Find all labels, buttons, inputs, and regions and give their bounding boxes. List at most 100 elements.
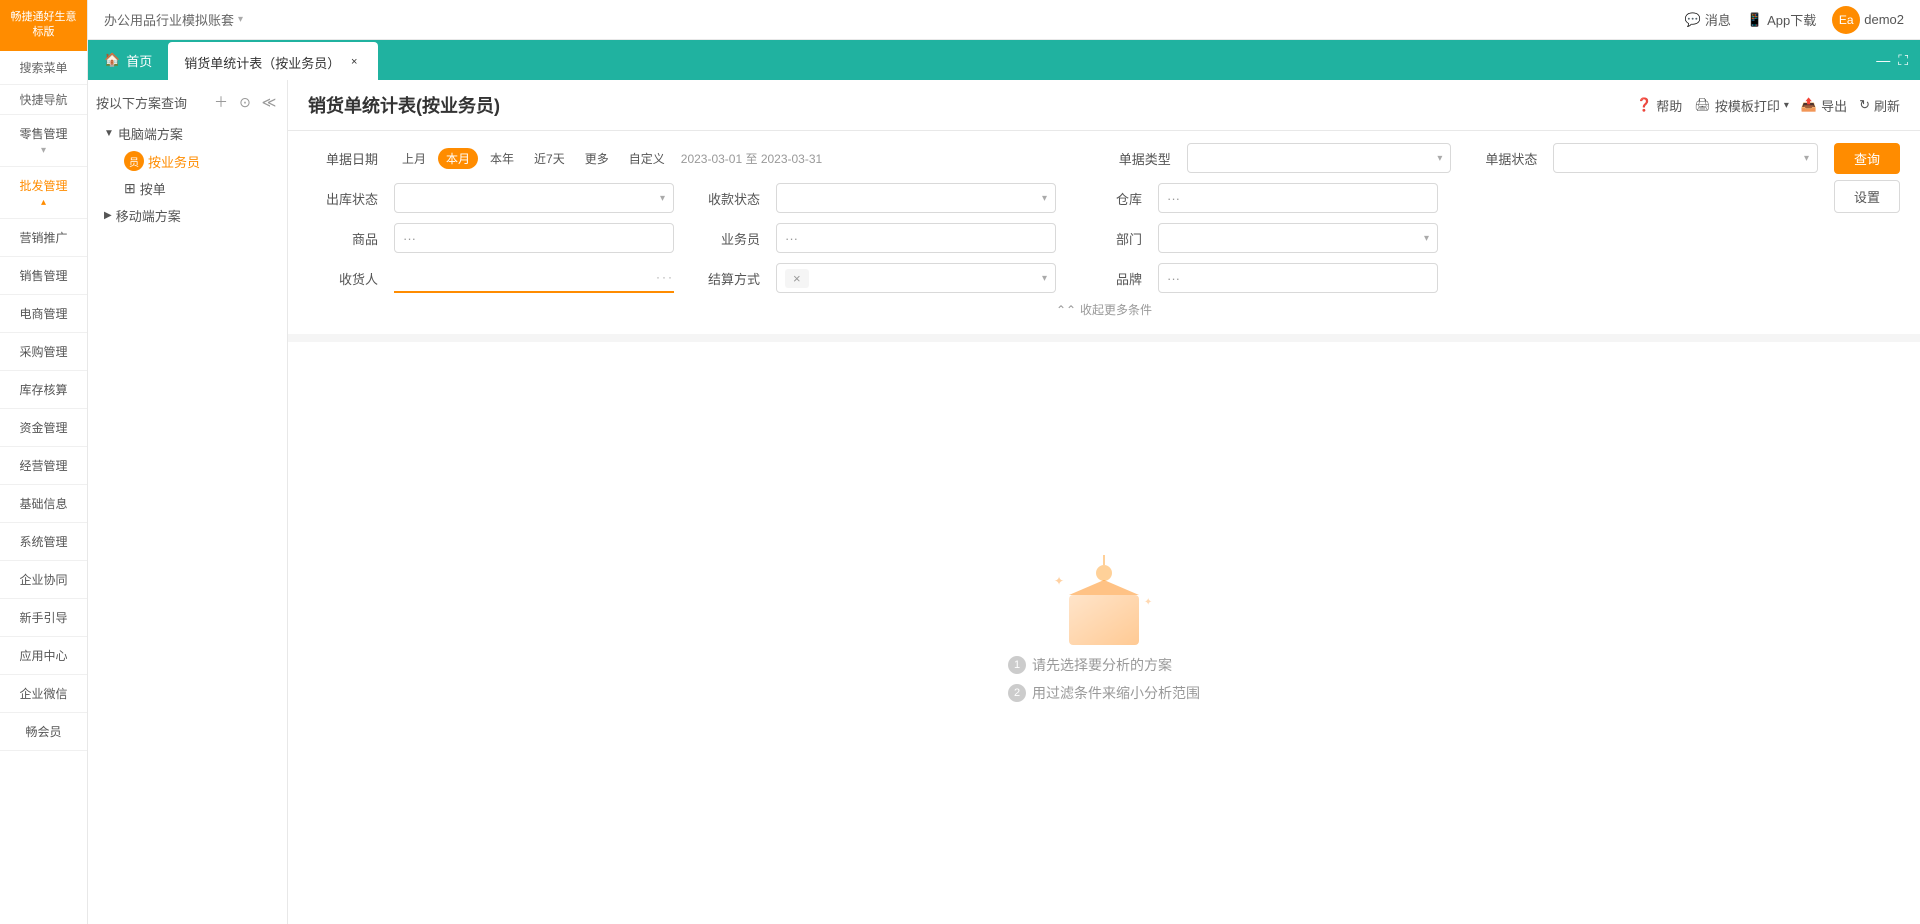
sidebar-item-label: 企业微信 [0, 685, 87, 702]
warehouse-label: 仓库 [1072, 189, 1142, 208]
sidebar-item-inventory[interactable]: 库存核算 [0, 371, 87, 409]
collect-status-label: 收款状态 [690, 189, 760, 208]
dept-label: 部门 [1072, 229, 1142, 248]
sidebar-item-enterprise[interactable]: 企业协同 [0, 561, 87, 599]
consignee-input[interactable] [394, 262, 656, 292]
empty-tip-2: 2 用过滤条件来缩小分析范围 [1008, 683, 1200, 703]
user-name: demo2 [1864, 12, 1904, 27]
doc-type-label: 单据类型 [1101, 149, 1171, 168]
action-buttons: 查询 设置 [1834, 143, 1900, 213]
logo[interactable]: 畅捷通好生意 标版 [0, 0, 87, 51]
sidebar-item-finance[interactable]: 资金管理 [0, 409, 87, 447]
goods-select[interactable]: ··· [394, 223, 674, 253]
date-btn-this-year[interactable]: 本年 [482, 148, 522, 169]
left-panel-actions: ＋ ⊙ ≪ [211, 92, 279, 112]
out-status-select[interactable]: ▾ [394, 183, 674, 213]
print-btn[interactable]: 🖨 按模板打印 ▾ [1694, 96, 1789, 115]
collect-status-select[interactable]: ▾ [776, 183, 1056, 213]
date-btn-more[interactable]: 更多 [577, 148, 617, 169]
tree-child-salesperson[interactable]: 员 按业务员 [116, 147, 279, 175]
message-icon: 💬 [1685, 12, 1701, 28]
sidebar-item-label: 应用中心 [0, 647, 87, 664]
page-title: 销货单统计表(按业务员) [308, 92, 500, 118]
sidebar-item-system[interactable]: 系统管理 [0, 523, 87, 561]
dept-select[interactable]: ▾ [1158, 223, 1438, 253]
sidebar-quicknav[interactable]: 快捷导航 [0, 85, 87, 115]
warehouse-select[interactable]: ··· [1158, 183, 1438, 213]
maximize-icon[interactable]: ⛶ [1898, 52, 1908, 69]
topbar-left: 办公用品行业模拟账套 ▾ [104, 10, 243, 29]
doc-status-select[interactable]: ▾ [1553, 143, 1818, 173]
download-icon: 📱 [1747, 12, 1763, 28]
consignee-label: 收货人 [308, 269, 378, 288]
settlement-tag-close[interactable]: × [793, 271, 801, 286]
date-btn-this-month[interactable]: 本月 [438, 148, 478, 169]
svg-text:✦: ✦ [1144, 597, 1152, 608]
chevron-down-icon: ▾ [238, 14, 243, 25]
sidebar-item-sales[interactable]: 销售管理 [0, 257, 87, 295]
sidebar-item-marketing[interactable]: 营销推广 [0, 219, 87, 257]
date-btn-7days[interactable]: 近7天 [526, 148, 573, 169]
tab-sales-stat[interactable]: 销货单统计表（按业务员） × [168, 42, 378, 82]
order-icon: ⊞ [124, 180, 136, 197]
chevron-down-icon: ▾ [1042, 193, 1047, 204]
user-info[interactable]: Ea demo2 [1832, 6, 1904, 34]
sidebar-search[interactable]: 搜索菜单 [0, 51, 87, 85]
sidebar-item-label: 采购管理 [0, 343, 87, 360]
sidebar-item-wholesale[interactable]: 批发管理 ▴ [0, 167, 87, 219]
tree-pc-children: 员 按业务员 ⊞ 按单 [96, 147, 279, 202]
main-area: 办公用品行业模拟账套 ▾ 💬 消息 📱 App下载 Ea demo2 🏠 首页 [88, 0, 1920, 924]
tree-arrow-down-icon: ▼ [104, 128, 114, 139]
tab-home[interactable]: 🏠 首页 [88, 40, 168, 80]
filter-row-3: 商品 ··· 业务员 ··· 部门 ▾ [308, 223, 1818, 253]
message-btn[interactable]: 💬 消息 [1685, 10, 1731, 29]
add-scheme-btn[interactable]: ＋ [211, 92, 231, 112]
tab-close-icon[interactable]: × [346, 54, 362, 70]
salesperson-label: 业务员 [690, 229, 760, 248]
tree-mobile-parent[interactable]: ▶ 移动端方案 [96, 202, 279, 229]
sidebar-item-label: 批发管理 [0, 177, 87, 194]
refresh-icon: ↻ [1859, 97, 1870, 113]
topbar: 办公用品行业模拟账套 ▾ 💬 消息 📱 App下载 Ea demo2 [88, 0, 1920, 40]
account-selector[interactable]: 办公用品行业模拟账套 ▾ [104, 10, 243, 29]
sidebar-item-basic[interactable]: 基础信息 [0, 485, 87, 523]
content-area: 按以下方案查询 ＋ ⊙ ≪ ▼ 电脑端方案 员 按业务员 [88, 80, 1920, 924]
sidebar-item-retail[interactable]: 零售管理 ▾ [0, 115, 87, 167]
tree-child-order[interactable]: ⊞ 按单 [116, 175, 279, 202]
minimize-icon[interactable]: — [1876, 52, 1890, 68]
date-btn-last-month[interactable]: 上月 [394, 148, 434, 169]
help-btn[interactable]: ❓ 帮助 [1636, 96, 1682, 115]
chevron-right-icon: ▴ [41, 197, 46, 208]
date-btn-custom[interactable]: 自定义 [621, 148, 673, 169]
collapse-label: 收起更多条件 [1080, 301, 1152, 318]
sidebar-item-apps[interactable]: 应用中心 [0, 637, 87, 675]
message-label: 消息 [1705, 10, 1731, 29]
help-icon: ❓ [1636, 97, 1652, 113]
home-icon: 🏠 [104, 52, 120, 68]
export-btn[interactable]: 📤 导出 [1801, 96, 1847, 115]
sidebar: 畅捷通好生意 标版 搜索菜单 快捷导航 零售管理 ▾ 批发管理 ▴ 营销推广 销… [0, 0, 88, 924]
collapse-panel-btn[interactable]: ≪ [259, 92, 279, 112]
edit-scheme-btn[interactable]: ⊙ [235, 92, 255, 112]
app-download-btn[interactable]: 📱 App下载 [1747, 10, 1816, 29]
chevron-down-icon: ▾ [1424, 233, 1429, 244]
sidebar-item-ecommerce[interactable]: 电商管理 [0, 295, 87, 333]
export-icon: 📤 [1801, 97, 1817, 113]
query-button[interactable]: 查询 [1834, 143, 1900, 174]
settlement-select[interactable]: × ▾ [776, 263, 1056, 293]
brand-select[interactable]: ··· [1158, 263, 1438, 293]
doc-type-select[interactable]: ▾ [1187, 143, 1452, 173]
sidebar-item-member[interactable]: 畅会员 [0, 713, 87, 751]
sidebar-item-newbie[interactable]: 新手引导 [0, 599, 87, 637]
salesperson-select[interactable]: ··· [776, 223, 1056, 253]
chevron-right-icon: ▾ [41, 145, 46, 156]
refresh-btn[interactable]: ↻ 刷新 [1859, 96, 1900, 115]
sidebar-item-wechat[interactable]: 企业微信 [0, 675, 87, 713]
tab-sales-stat-label: 销货单统计表（按业务员） [184, 53, 340, 72]
settings-button[interactable]: 设置 [1834, 180, 1900, 213]
sidebar-item-operations[interactable]: 经营管理 [0, 447, 87, 485]
tree-pc-parent[interactable]: ▼ 电脑端方案 [96, 120, 279, 147]
collapse-btn[interactable]: ⌃⌃ 收起更多条件 [308, 297, 1900, 322]
sidebar-item-purchase[interactable]: 采购管理 [0, 333, 87, 371]
sidebar-item-label: 资金管理 [0, 419, 87, 436]
